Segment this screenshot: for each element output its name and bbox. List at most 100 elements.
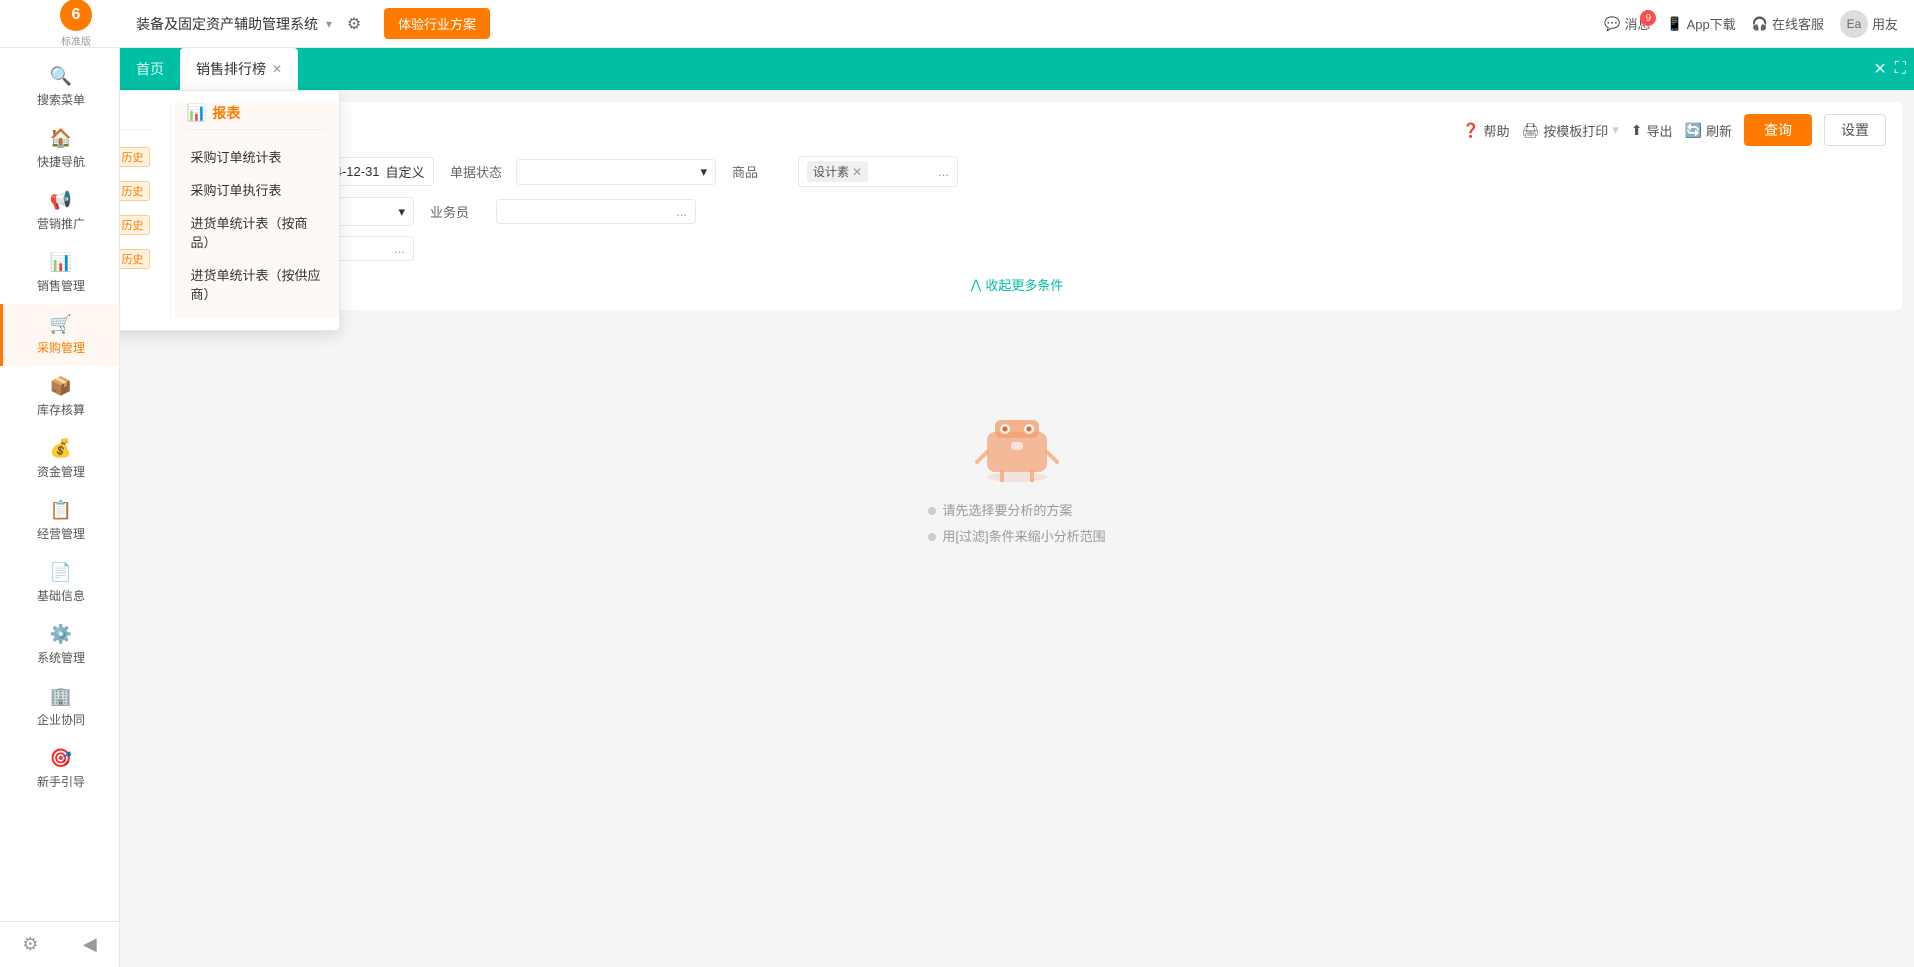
system-icon: ⚙️ [50, 624, 72, 645]
sidebar-item-search[interactable]: 🔍 搜索菜单 [0, 56, 119, 118]
logo-subtitle: 标准版 [61, 33, 91, 48]
purchase-dropdown-menu: 🛒 采购业务 采购订单 历史 进货单 历史 进货退货 [120, 90, 340, 331]
search-icon: 🔍 [50, 66, 72, 87]
dropdown-item-return[interactable]: 进货退货 历史 [120, 208, 154, 242]
sidebar-item-operations[interactable]: 📋 经营管理 [0, 490, 119, 552]
dropdown-item-purchase-order[interactable]: 采购订单 历史 [120, 140, 154, 174]
notification-badge: 9 [1640, 10, 1656, 26]
online-service-button[interactable]: 🎧 在线客服 [1752, 14, 1824, 33]
tab-sales-ranking[interactable]: 销售排行榜 ✕ [180, 48, 298, 90]
purchase-icon: 🛒 [50, 314, 72, 335]
page-content: ❓ 帮助 🖨 按模板打印 ▾ ⬆ 导出 🔄 刷新 [120, 90, 1914, 967]
sidebar-item-marketing[interactable]: 📢 营销推广 [0, 180, 119, 242]
template-print-button[interactable]: 🖨 按模板打印 ▾ [1521, 121, 1618, 140]
tab-bar: 首页 销售排行榜 ✕ ✕ ⛶ 🛒 采购业务 [120, 48, 1914, 90]
refresh-icon: 🔄 [1685, 122, 1702, 139]
inventory-icon: 📦 [50, 376, 72, 397]
message-button[interactable]: 💬 9 消息 [1604, 14, 1650, 33]
dropdown-item-incoming[interactable]: 进货单 历史 [120, 174, 154, 208]
history-tag: 历史 [120, 249, 150, 269]
filter-row-2: 排名项目 金额 ▾ 业务员 ... [148, 197, 1886, 226]
dropdown-item-report-2[interactable]: 采购订单执行表 [187, 173, 328, 206]
message-icon: 💬 [1604, 16, 1620, 32]
sidebar-item-quick-nav[interactable]: 🏠 快捷导航 [0, 118, 119, 180]
filter-salesperson: 业务员 ... [430, 199, 696, 224]
filter-row-1: 日期 近7天 | 更多 | 2024-12-31 自定义 单据状态 [148, 156, 1886, 187]
sidebar-item-system[interactable]: ⚙️ 系统管理 [0, 614, 119, 676]
sidebar-item-inventory[interactable]: 📦 库存核算 [0, 366, 119, 428]
history-tag: 历史 [120, 215, 150, 235]
tag-close-icon[interactable]: ✕ [852, 165, 862, 179]
sales-icon: 📊 [50, 252, 72, 273]
main-layout: 🔍 搜索菜单 🏠 快捷导航 📢 营销推广 📊 销售管理 🛒 采购管理 📦 库存核… [0, 48, 1914, 967]
sidebar-item-basic-info[interactable]: 📄 基础信息 [0, 552, 119, 614]
goods-select[interactable]: 设计素 ✕ ... [798, 156, 958, 187]
voucher-status-label: 单据状态 [450, 162, 510, 181]
filter-toolbar: ❓ 帮助 🖨 按模板打印 ▾ ⬆ 导出 🔄 刷新 [148, 114, 1886, 146]
logo-area: 6 标准版 [16, 0, 136, 48]
sidebar-settings-icon[interactable]: ⚙ [22, 934, 38, 955]
empty-dot-2 [928, 533, 936, 541]
empty-text: 请先选择要分析的方案 用[过滤]条件来缩小分析范围 [928, 498, 1105, 550]
select-arrow-icon: ▾ [700, 164, 707, 180]
dropdown-col-report: 📊 报表 采购订单统计表 采购订单执行表 进货单统计表（按商品） [175, 103, 340, 318]
tab-fullscreen-icon[interactable]: ⛶ [1895, 60, 1906, 78]
sidebar-bottom: ⚙ ◀ [0, 921, 119, 967]
tab-home[interactable]: 首页 [120, 48, 180, 90]
user-menu-button[interactable]: Ea 用友 [1840, 10, 1898, 38]
operations-icon: 📋 [50, 500, 72, 521]
sidebar-item-newbie[interactable]: 🎯 新手引导 [0, 738, 119, 800]
system-title: 装备及固定资产辅助管理系统 [136, 14, 318, 34]
help-icon: ❓ [1462, 122, 1479, 139]
filter-goods: 商品 设计素 ✕ ... [732, 156, 958, 187]
collapse-up-icon: ⋀ [971, 277, 982, 293]
newbie-icon: 🎯 [50, 748, 72, 769]
dropdown-item-report-3[interactable]: 进货单统计表（按商品） [187, 206, 328, 258]
dropdown-divider [170, 103, 171, 318]
tab-close-window-icon[interactable]: ✕ [1873, 59, 1886, 79]
salesperson-label: 业务员 [430, 202, 490, 221]
header-settings-button[interactable]: ⚙ [340, 10, 368, 38]
export-button[interactable]: ⬆ 导出 [1631, 121, 1673, 140]
dropdown-col-purchase: 🛒 采购业务 采购订单 历史 进货单 历史 进货退货 [120, 103, 166, 318]
empty-illustration [967, 402, 1067, 482]
top-header: 6 标准版 装备及固定资产辅助管理系统 ▾ ⚙ 体验行业方案 💬 9 消息 📱 … [0, 0, 1914, 48]
refresh-button[interactable]: 🔄 刷新 [1685, 121, 1732, 140]
basic-info-icon: 📄 [50, 562, 72, 583]
sidebar-item-sales[interactable]: 📊 销售管理 [0, 242, 119, 304]
print-icon: 🖨 [1521, 122, 1539, 139]
tab-bar-right: ✕ ⛶ [1873, 59, 1914, 79]
help-button[interactable]: ❓ 帮助 [1462, 121, 1509, 140]
salesperson-select[interactable]: ... [496, 199, 696, 224]
tab-close-icon[interactable]: ✕ [272, 62, 282, 76]
voucher-status-select[interactable]: ▾ [516, 159, 716, 185]
dropdown-item-expense[interactable]: 采购费用分摊单 历史 [120, 242, 154, 276]
query-button[interactable]: 查询 [1744, 114, 1812, 146]
dropdown-columns: 🛒 采购业务 采购订单 历史 进货单 历史 进货退货 [120, 103, 339, 318]
sidebar-collapse-icon[interactable]: ◀ [83, 934, 97, 955]
collapse-button[interactable]: ⋀ 收起更多条件 [148, 271, 1886, 298]
capital-icon: 💰 [50, 438, 72, 459]
filter-area: ❓ 帮助 🖨 按模板打印 ▾ ⬆ 导出 🔄 刷新 [132, 102, 1902, 310]
empty-state: 请先选择要分析的方案 用[过滤]条件来缩小分析范围 [132, 322, 1902, 630]
industry-button[interactable]: 体验行业方案 [384, 8, 490, 39]
dropdown-arrow-icon[interactable]: ▾ [326, 17, 332, 31]
content-area: 首页 销售排行榜 ✕ ✕ ⛶ 🛒 采购业务 [120, 48, 1914, 967]
dropdown-item-report-1[interactable]: 采购订单统计表 [187, 140, 328, 173]
goods-tag[interactable]: 设计素 ✕ [807, 161, 868, 182]
goods-label: 商品 [732, 162, 792, 181]
settings-button[interactable]: 设置 [1824, 114, 1886, 146]
user-avatar: Ea [1840, 10, 1868, 38]
dropdown-item-report-4[interactable]: 进货单统计表（按供应商） [187, 258, 328, 310]
history-tag: 历史 [120, 147, 150, 167]
export-icon: ⬆ [1631, 122, 1643, 139]
filter-voucher-status: 单据状态 ▾ [450, 159, 716, 185]
app-download-button[interactable]: 📱 App下载 [1666, 14, 1735, 33]
print-dropdown-icon[interactable]: ▾ [1612, 122, 1619, 138]
sidebar-item-purchase[interactable]: 🛒 采购管理 [0, 304, 119, 366]
report-header-icon: 📊 [187, 103, 207, 123]
header-right: 💬 9 消息 📱 App下载 🎧 在线客服 Ea 用友 [1604, 10, 1898, 38]
sidebar-item-enterprise[interactable]: 🏢 企业协同 [0, 676, 119, 738]
sidebar-item-capital[interactable]: 💰 资金管理 [0, 428, 119, 490]
home-icon: 🏠 [50, 128, 72, 149]
